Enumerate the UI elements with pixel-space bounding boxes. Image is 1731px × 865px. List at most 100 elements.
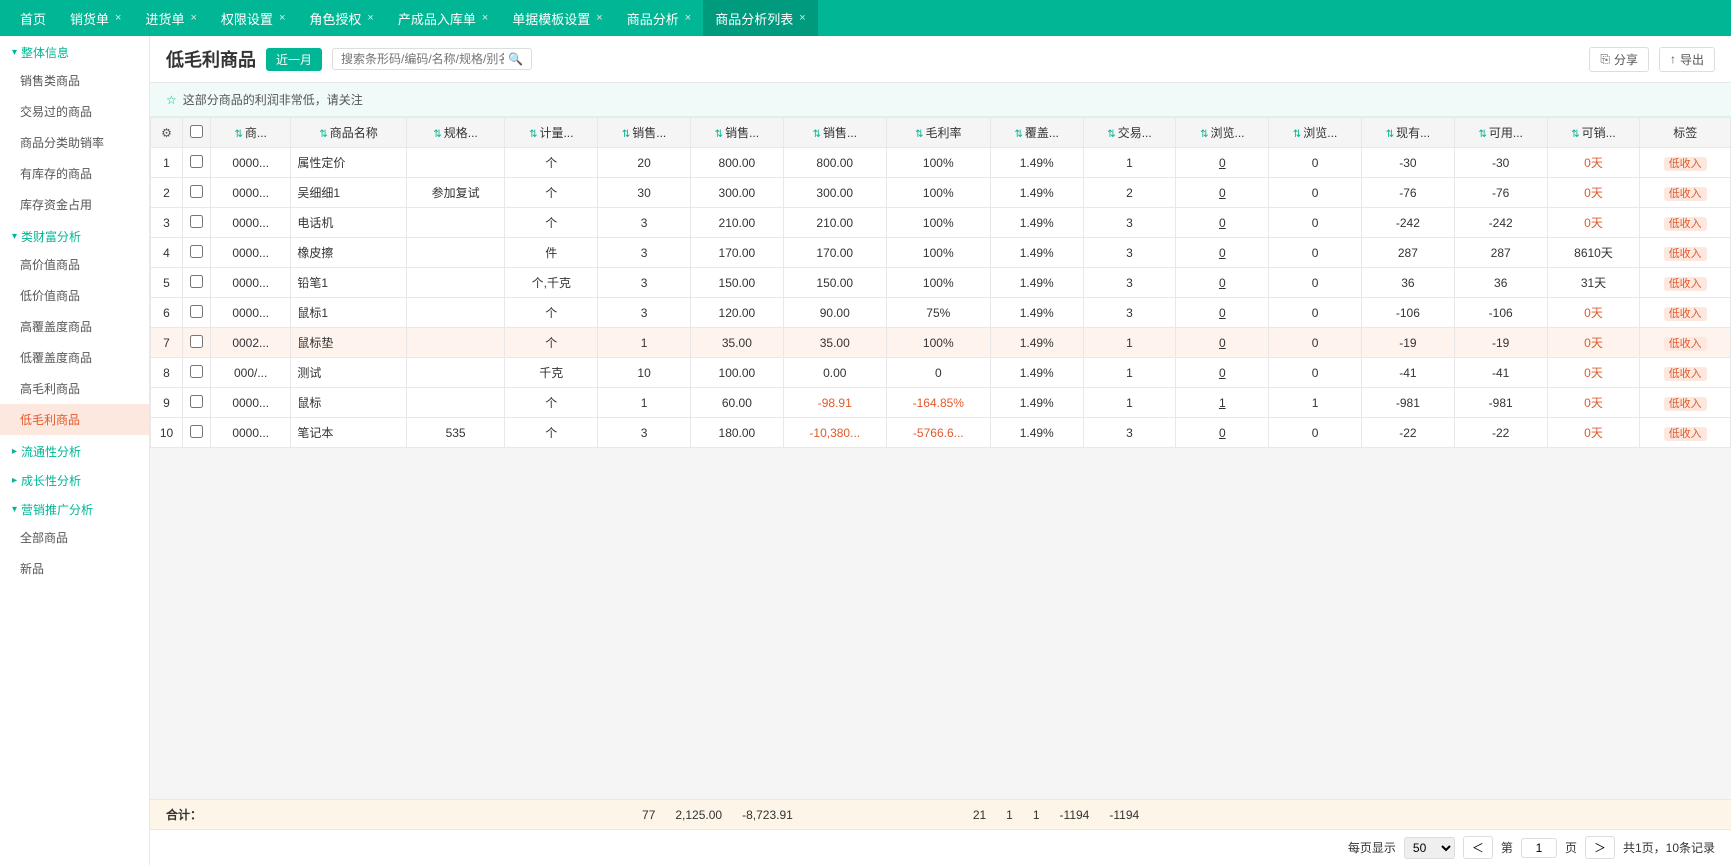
row-checkbox[interactable]: [190, 305, 203, 318]
col-coverage-header[interactable]: ⇅覆盖...: [990, 118, 1083, 148]
row-browse1[interactable]: 1: [1176, 388, 1269, 418]
row-browse1[interactable]: 0: [1176, 148, 1269, 178]
sidebar-item-in-stock-goods[interactable]: 有库存的商品: [0, 158, 149, 189]
sidebar-item-new-goods[interactable]: 新品: [0, 553, 149, 584]
nav-permissions[interactable]: 权限设置 ×: [209, 0, 297, 36]
row-checkbox-cell[interactable]: [183, 298, 211, 328]
col-spec-header[interactable]: ⇅规格...: [406, 118, 505, 148]
nav-purchase-order[interactable]: 进货单 ×: [133, 0, 208, 36]
row-browse1[interactable]: 0: [1176, 178, 1269, 208]
nav-role-auth[interactable]: 角色授权 ×: [297, 0, 385, 36]
nav-product-inbound[interactable]: 产成品入库单 ×: [386, 0, 500, 36]
row-checkbox[interactable]: [190, 215, 203, 228]
footer-sales-qty: 77: [642, 808, 655, 822]
row-checkbox-cell[interactable]: [183, 328, 211, 358]
row-browse1[interactable]: 0: [1176, 418, 1269, 448]
row-checkbox[interactable]: [190, 395, 203, 408]
nav-close-permissions[interactable]: ×: [279, 12, 285, 24]
row-checkbox-cell[interactable]: [183, 418, 211, 448]
col-checkbox-header[interactable]: [183, 118, 211, 148]
row-checkbox[interactable]: [190, 365, 203, 378]
col-code-header[interactable]: ⇅商...: [211, 118, 291, 148]
row-checkbox-cell[interactable]: [183, 388, 211, 418]
nav-template-settings[interactable]: 单据模板设置 ×: [500, 0, 614, 36]
sidebar-group-wealth[interactable]: ▾ 类财富分析: [0, 220, 149, 249]
row-checkbox[interactable]: [190, 245, 203, 258]
search-input[interactable]: [341, 52, 504, 66]
next-page-button[interactable]: ＞: [1585, 836, 1615, 859]
sidebar-group-marketing[interactable]: ▾ 营销推广分析: [0, 493, 149, 522]
nav-close-product-inbound[interactable]: ×: [482, 12, 488, 24]
row-browse1[interactable]: 0: [1176, 358, 1269, 388]
row-checkbox-cell[interactable]: [183, 238, 211, 268]
nav-close-template-settings[interactable]: ×: [596, 12, 602, 24]
settings-icon[interactable]: ⚙: [161, 126, 172, 140]
nav-close-purchase-order[interactable]: ×: [190, 12, 196, 24]
filter-recent-month-button[interactable]: 近一月: [266, 48, 322, 71]
page-number-input[interactable]: [1521, 838, 1557, 858]
row-checkbox-cell[interactable]: [183, 148, 211, 178]
sidebar-item-low-coverage[interactable]: 低覆盖度商品: [0, 342, 149, 373]
per-page-select[interactable]: 50 20 100: [1404, 837, 1455, 859]
row-browse1[interactable]: 0: [1176, 208, 1269, 238]
row-coverage: 1.49%: [990, 148, 1083, 178]
row-browse2: 0: [1269, 418, 1362, 448]
nav-sales-order[interactable]: 销货单 ×: [58, 0, 133, 36]
col-available-header[interactable]: ⇅可用...: [1454, 118, 1547, 148]
row-checkbox[interactable]: [190, 155, 203, 168]
sidebar-item-category-rate[interactable]: 商品分类助销率: [0, 127, 149, 158]
col-saleable-header[interactable]: ⇅可销...: [1547, 118, 1640, 148]
row-browse1[interactable]: 0: [1176, 298, 1269, 328]
row-tag: 低收入: [1640, 418, 1731, 448]
sidebar-item-sales-goods[interactable]: 销售类商品: [0, 65, 149, 96]
col-current-stock-header[interactable]: ⇅现有...: [1362, 118, 1455, 148]
sidebar-group-liquidity[interactable]: ▸ 流通性分析: [0, 435, 149, 464]
nav-home[interactable]: 首页: [8, 0, 58, 36]
sidebar-item-low-value[interactable]: 低价值商品: [0, 280, 149, 311]
row-checkbox[interactable]: [190, 275, 203, 288]
nav-close-role-auth[interactable]: ×: [367, 12, 373, 24]
col-browse1-header[interactable]: ⇅浏览...: [1176, 118, 1269, 148]
select-all-checkbox[interactable]: [190, 125, 203, 138]
sidebar-item-all-goods[interactable]: 全部商品: [0, 522, 149, 553]
row-checkbox-cell[interactable]: [183, 208, 211, 238]
row-browse1[interactable]: 0: [1176, 268, 1269, 298]
sidebar-group-growth[interactable]: ▸ 成长性分析: [0, 464, 149, 493]
sidebar-item-traded-goods[interactable]: 交易过的商品: [0, 96, 149, 127]
sidebar-item-high-margin[interactable]: 高毛利商品: [0, 373, 149, 404]
row-checkbox[interactable]: [190, 185, 203, 198]
sidebar-item-high-coverage[interactable]: 高覆盖度商品: [0, 311, 149, 342]
nav-product-analysis[interactable]: 商品分析 ×: [615, 0, 703, 36]
col-sales-price-header[interactable]: ⇅销售...: [690, 118, 783, 148]
row-browse1[interactable]: 0: [1176, 328, 1269, 358]
sidebar-item-high-value[interactable]: 高价值商品: [0, 249, 149, 280]
col-gross-margin-header[interactable]: ⇅毛利率: [886, 118, 990, 148]
col-browse2-header[interactable]: ⇅浏览...: [1269, 118, 1362, 148]
nav-close-product-analysis[interactable]: ×: [685, 12, 691, 24]
row-no: 7: [151, 328, 183, 358]
row-checkbox[interactable]: [190, 425, 203, 438]
share-button[interactable]: ⎘ 分享: [1589, 47, 1649, 72]
col-tag-header[interactable]: 标签: [1640, 118, 1731, 148]
col-name-header[interactable]: ⇅商品名称: [291, 118, 406, 148]
export-button[interactable]: ↑ 导出: [1659, 47, 1715, 72]
nav-close-product-analysis-list[interactable]: ×: [799, 12, 805, 24]
sidebar-item-low-margin[interactable]: 低毛利商品: [0, 404, 149, 435]
sidebar-item-stock-capital[interactable]: 库存资金占用: [0, 189, 149, 220]
row-checkbox-cell[interactable]: [183, 358, 211, 388]
prev-page-button[interactable]: ＜: [1463, 836, 1493, 859]
row-checkbox-cell[interactable]: [183, 268, 211, 298]
row-checkbox-cell[interactable]: [183, 178, 211, 208]
col-transaction-header[interactable]: ⇅交易...: [1083, 118, 1176, 148]
nav-close-sales-order[interactable]: ×: [115, 12, 121, 24]
col-sales-qty-header[interactable]: ⇅销售...: [598, 118, 691, 148]
col-sales-profit-header[interactable]: ⇅销售...: [783, 118, 886, 148]
search-icon[interactable]: 🔍: [508, 52, 523, 66]
sidebar-group-overview[interactable]: ▾ 整体信息: [0, 36, 149, 65]
nav-product-analysis-list[interactable]: 商品分析列表 ×: [703, 0, 817, 36]
col-unit-header[interactable]: ⇅计量...: [505, 118, 598, 148]
row-browse1[interactable]: 0: [1176, 238, 1269, 268]
row-sales-price: 100.00: [690, 358, 783, 388]
col-settings-header[interactable]: ⚙: [151, 118, 183, 148]
row-checkbox[interactable]: [190, 335, 203, 348]
